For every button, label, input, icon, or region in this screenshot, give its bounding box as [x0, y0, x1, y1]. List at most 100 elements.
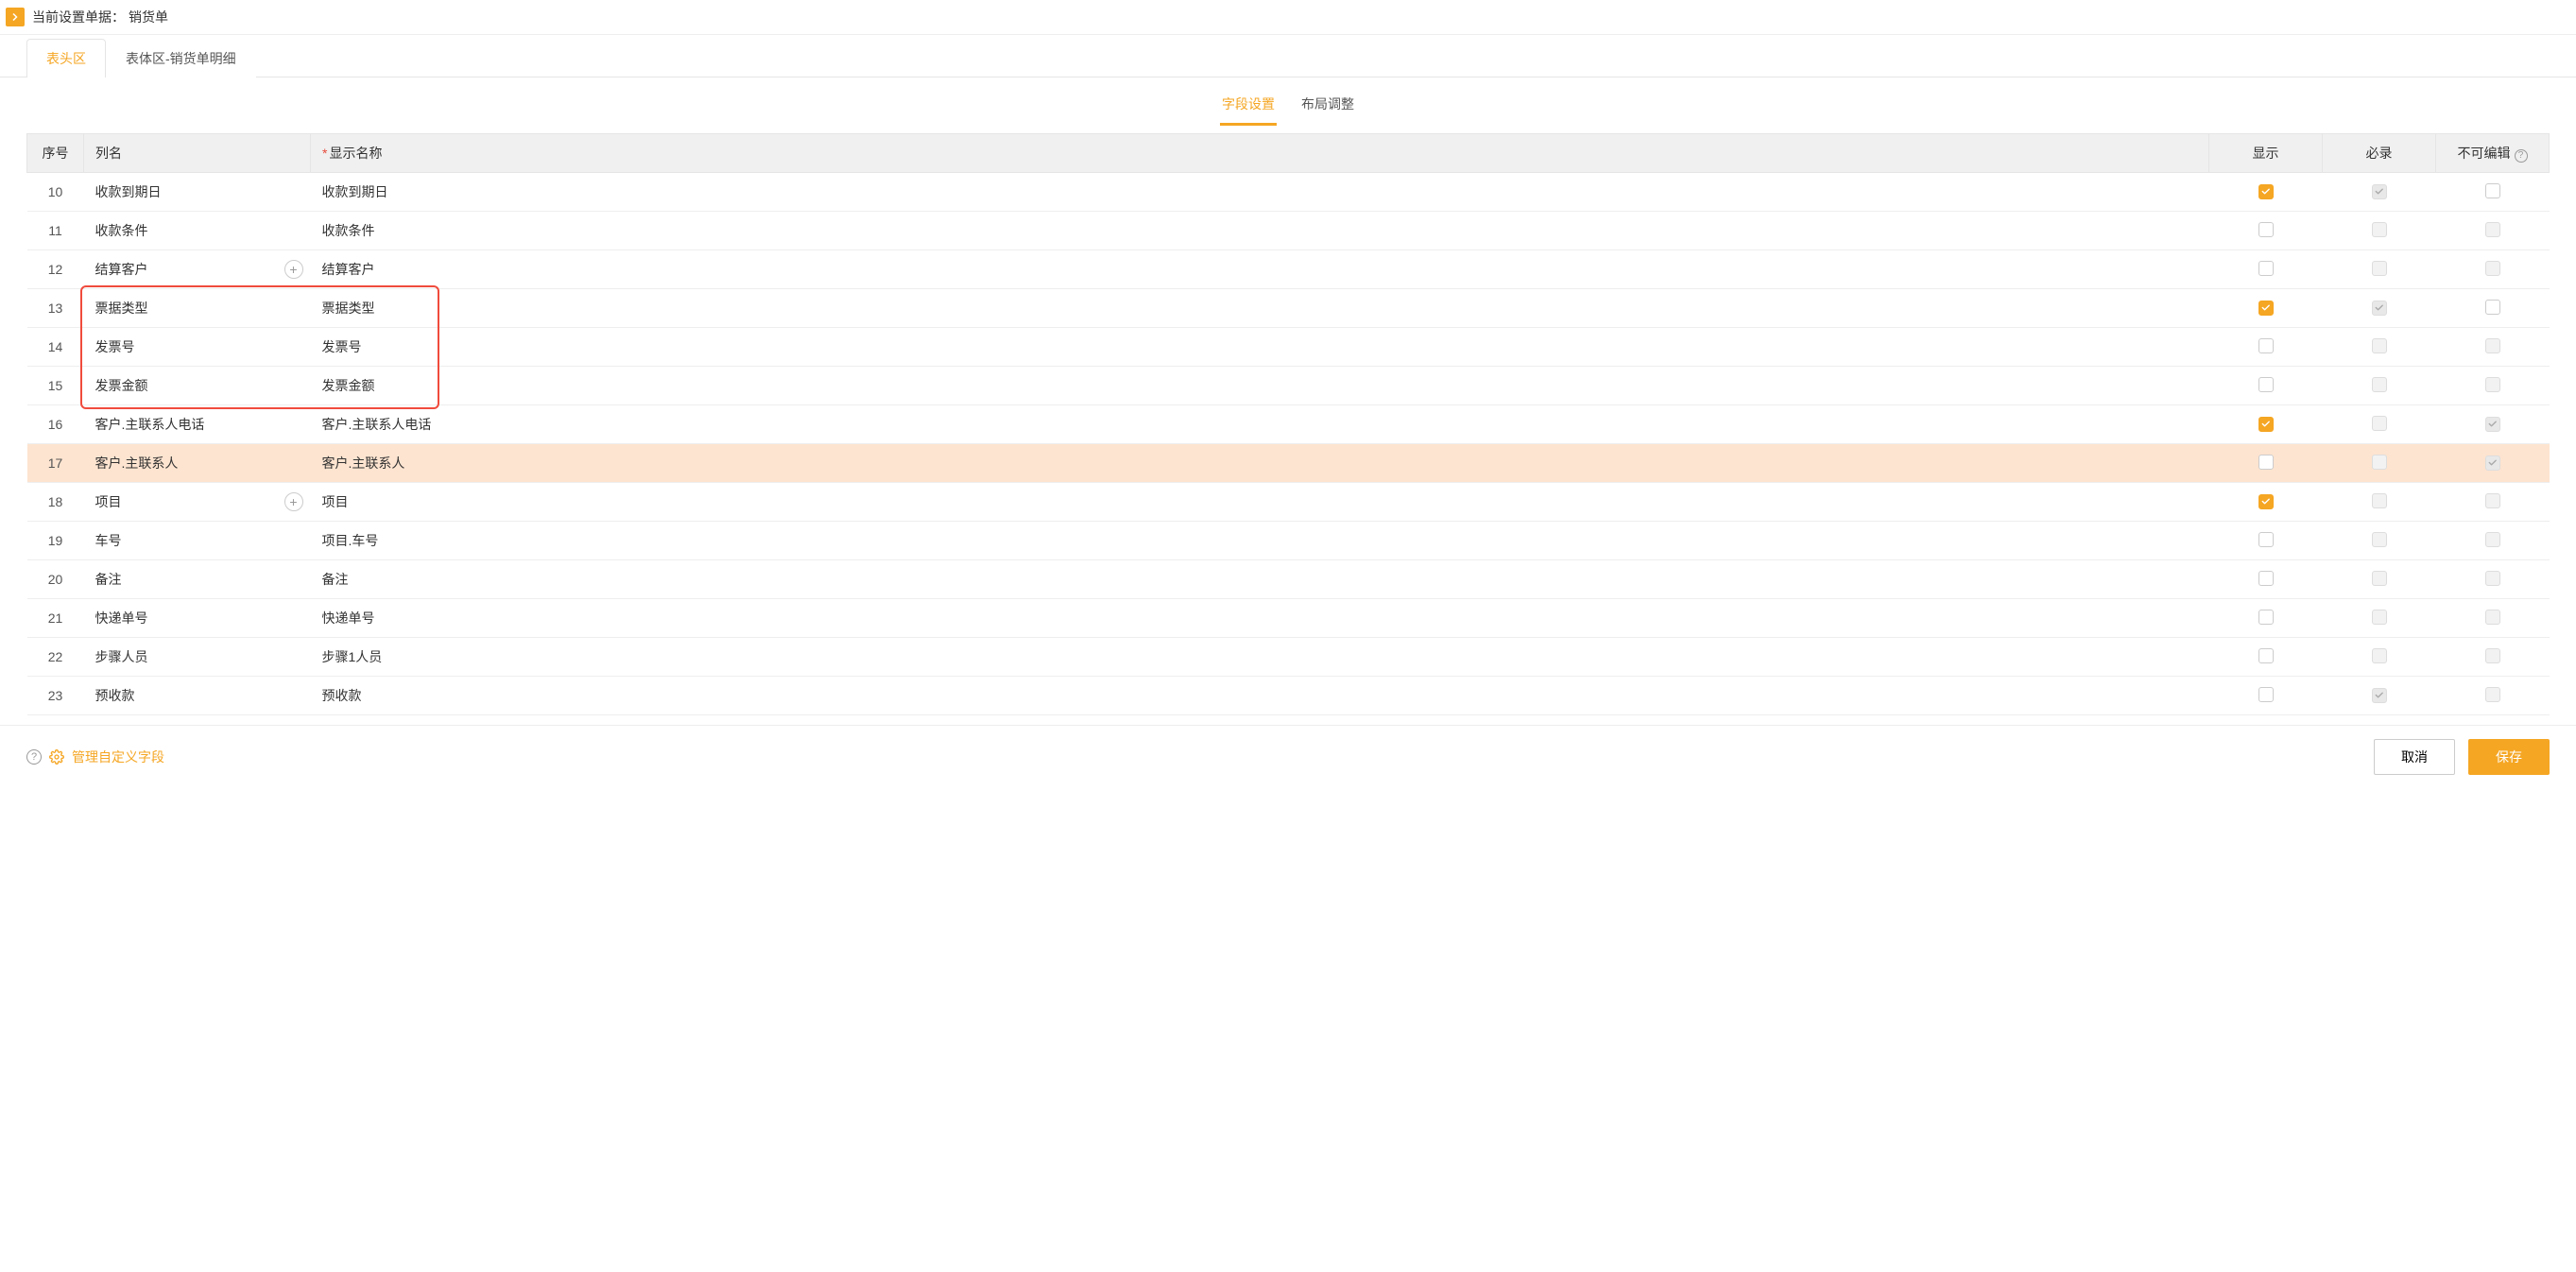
show-cell [2209, 560, 2323, 599]
display-name-cell[interactable]: 收款条件 [311, 212, 2209, 250]
noedit-checkbox [2485, 222, 2500, 237]
required-cell [2323, 212, 2436, 250]
seq-cell: 15 [27, 367, 84, 405]
area-tab-0[interactable]: 表头区 [26, 39, 106, 77]
show-checkbox[interactable] [2258, 222, 2274, 237]
required-cell [2323, 522, 2436, 560]
noedit-cell [2436, 444, 2550, 483]
show-cell [2209, 599, 2323, 638]
show-checkbox[interactable] [2258, 338, 2274, 353]
required-cell [2323, 560, 2436, 599]
show-checkbox[interactable] [2258, 610, 2274, 625]
display-name-cell[interactable]: 快递单号 [311, 599, 2209, 638]
add-sub-field-icon[interactable]: + [284, 260, 303, 279]
display-name-cell[interactable]: 备注 [311, 560, 2209, 599]
show-cell [2209, 173, 2323, 212]
show-checkbox[interactable] [2258, 261, 2274, 276]
show-checkbox[interactable] [2258, 417, 2274, 432]
noedit-checkbox [2485, 417, 2500, 432]
sub-tab-1[interactable]: 布局调整 [1299, 91, 1356, 126]
required-checkbox [2372, 416, 2387, 431]
display-name-cell[interactable]: 发票号 [311, 328, 2209, 367]
sub-tab-0[interactable]: 字段设置 [1220, 91, 1277, 126]
colname-cell: 票据类型 [84, 289, 311, 328]
seq-cell: 22 [27, 638, 84, 677]
required-cell [2323, 250, 2436, 289]
display-name-cell[interactable]: 客户.主联系人电话 [311, 405, 2209, 444]
col-header-colname: 列名 [84, 134, 311, 173]
colname-cell: 项目+ [84, 483, 311, 522]
table-row: 23 预收款 预收款 [27, 677, 2550, 715]
col-header-noedit: 不可编辑? [2436, 134, 2550, 173]
manage-custom-fields-link[interactable]: 管理自定义字段 [72, 748, 164, 766]
collapse-toggle[interactable] [6, 8, 25, 26]
display-name-cell[interactable]: 客户.主联系人 [311, 444, 2209, 483]
display-name-cell[interactable]: 步骤1人员 [311, 638, 2209, 677]
noedit-cell [2436, 212, 2550, 250]
display-name-cell[interactable]: 结算客户 [311, 250, 2209, 289]
table-row: 11 收款条件 收款条件 [27, 212, 2550, 250]
show-checkbox[interactable] [2258, 301, 2274, 316]
show-checkbox[interactable] [2258, 687, 2274, 702]
chevron-right-icon [9, 11, 21, 23]
help-icon[interactable]: ? [2515, 149, 2528, 163]
seq-cell: 20 [27, 560, 84, 599]
show-checkbox[interactable] [2258, 648, 2274, 663]
display-name-cell[interactable]: 收款到期日 [311, 173, 2209, 212]
show-checkbox[interactable] [2258, 532, 2274, 547]
table-row: 22 步骤人员 步骤1人员 [27, 638, 2550, 677]
show-checkbox[interactable] [2258, 455, 2274, 470]
save-button[interactable]: 保存 [2468, 739, 2550, 775]
table-row: 18 项目+ 项目 [27, 483, 2550, 522]
display-name-cell[interactable]: 项目.车号 [311, 522, 2209, 560]
add-sub-field-icon[interactable]: + [284, 492, 303, 511]
colname-cell: 备注 [84, 560, 311, 599]
table-row: 21 快递单号 快递单号 [27, 599, 2550, 638]
show-checkbox[interactable] [2258, 494, 2274, 509]
noedit-checkbox [2485, 261, 2500, 276]
table-row: 17 客户.主联系人 客户.主联系人 [27, 444, 2550, 483]
display-name-cell[interactable]: 预收款 [311, 677, 2209, 715]
required-checkbox [2372, 261, 2387, 276]
seq-cell: 11 [27, 212, 84, 250]
seq-cell: 21 [27, 599, 84, 638]
noedit-checkbox [2485, 687, 2500, 702]
noedit-checkbox [2485, 493, 2500, 508]
footer-bar: ? 管理自定义字段 取消 保存 [0, 725, 2576, 788]
required-cell [2323, 638, 2436, 677]
col-header-seq: 序号 [27, 134, 84, 173]
required-checkbox [2372, 338, 2387, 353]
footer-help-icon[interactable]: ? [26, 749, 42, 765]
colname-cell: 车号 [84, 522, 311, 560]
area-tabs: 表头区表体区-销货单明细 [0, 39, 2576, 77]
show-checkbox[interactable] [2258, 571, 2274, 586]
display-name-cell[interactable]: 项目 [311, 483, 2209, 522]
show-cell [2209, 483, 2323, 522]
seq-cell: 19 [27, 522, 84, 560]
area-tab-1[interactable]: 表体区-销货单明细 [106, 39, 256, 77]
show-cell [2209, 250, 2323, 289]
col-header-noedit-label: 不可编辑 [2458, 146, 2511, 161]
footer-left: ? 管理自定义字段 [26, 748, 164, 766]
show-checkbox[interactable] [2258, 377, 2274, 392]
table-row: 12 结算客户+ 结算客户 [27, 250, 2550, 289]
required-cell [2323, 173, 2436, 212]
noedit-checkbox[interactable] [2485, 183, 2500, 198]
show-checkbox[interactable] [2258, 184, 2274, 199]
noedit-cell [2436, 367, 2550, 405]
colname-cell: 预收款 [84, 677, 311, 715]
colname-cell: 收款到期日 [84, 173, 311, 212]
required-checkbox [2372, 688, 2387, 703]
seq-cell: 14 [27, 328, 84, 367]
required-cell [2323, 289, 2436, 328]
noedit-checkbox[interactable] [2485, 300, 2500, 315]
noedit-checkbox [2485, 532, 2500, 547]
table-body: 10 收款到期日 收款到期日 11 收款条件 收款条件 12 结算客户+ 结算客… [27, 173, 2550, 715]
display-name-cell[interactable]: 票据类型 [311, 289, 2209, 328]
seq-cell: 16 [27, 405, 84, 444]
table-row: 19 车号 项目.车号 [27, 522, 2550, 560]
cancel-button[interactable]: 取消 [2374, 739, 2455, 775]
table-row: 14 发票号 发票号 [27, 328, 2550, 367]
table-row: 16 客户.主联系人电话 客户.主联系人电话 [27, 405, 2550, 444]
display-name-cell[interactable]: 发票金额 [311, 367, 2209, 405]
